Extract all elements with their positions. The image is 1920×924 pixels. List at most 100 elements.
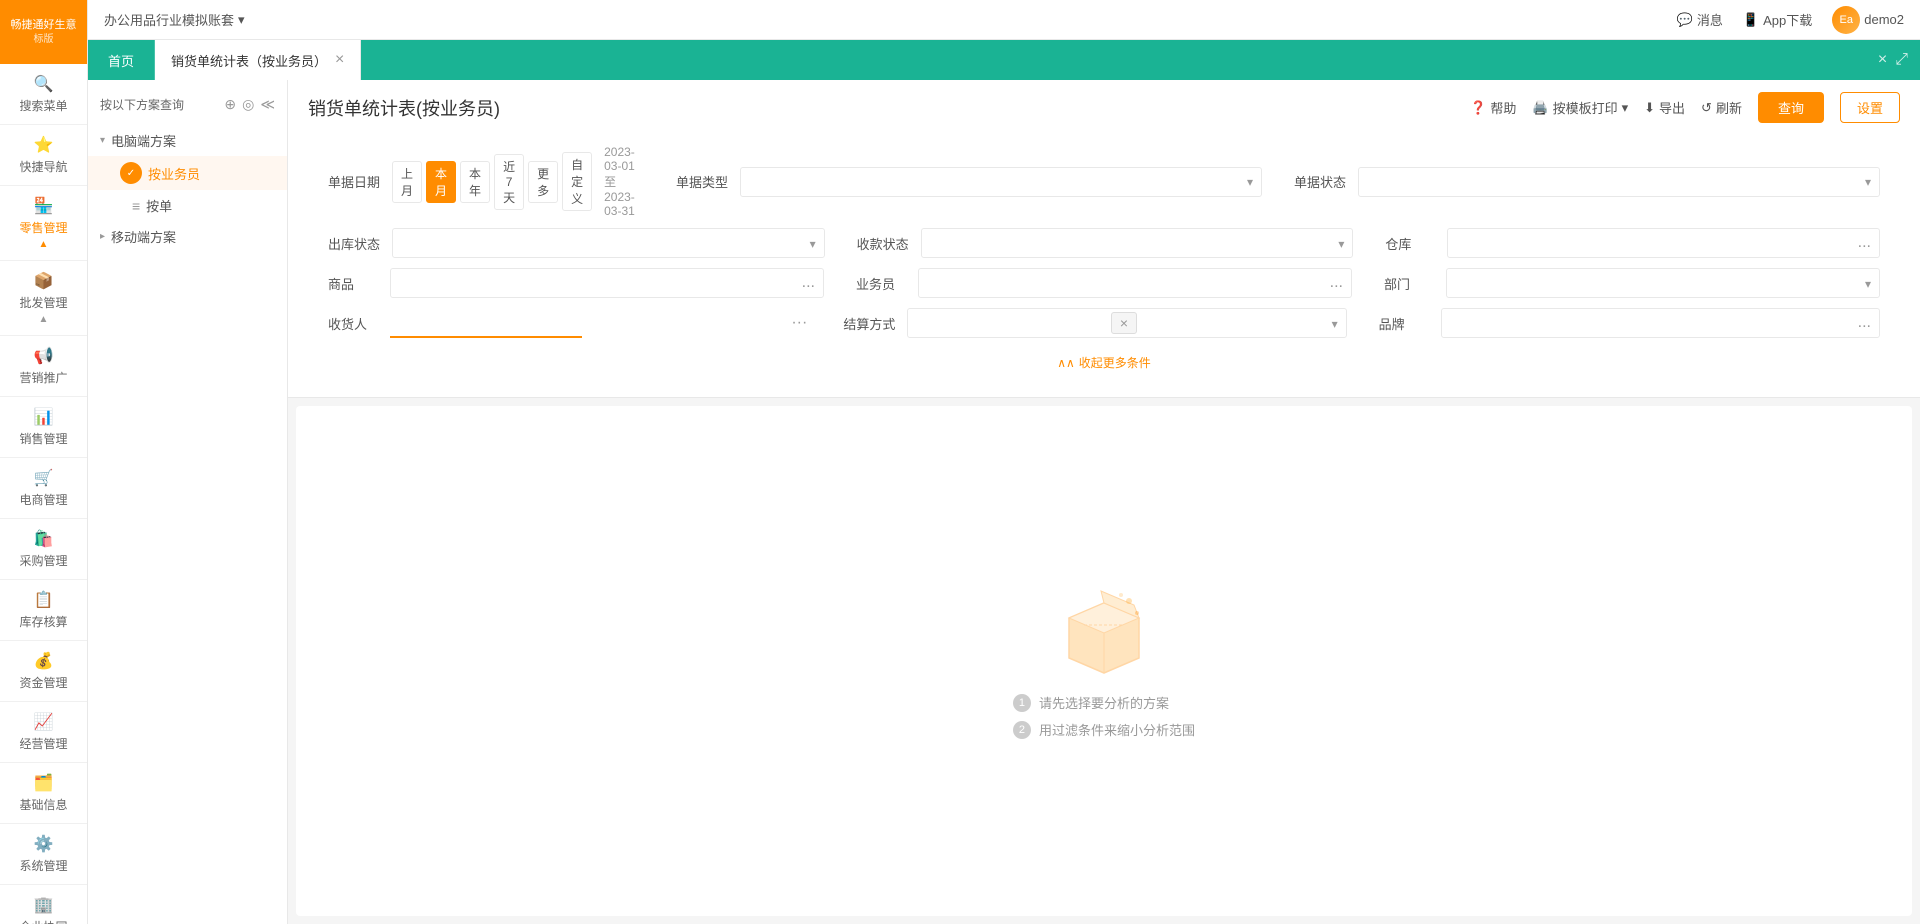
help-btn[interactable]: ❓ 帮助	[1470, 98, 1516, 117]
settings-scheme-btn[interactable]: ◎	[242, 96, 254, 113]
sidebar-item-shortcut[interactable]: ⭐ 快捷导航	[0, 125, 87, 186]
print-dropdown-icon: ▾	[1622, 100, 1629, 116]
filter-row-2: 出库状态 收款状态 仓库 ...	[328, 228, 1880, 258]
export-btn[interactable]: ⬇ 导出	[1644, 98, 1685, 117]
empty-step-2: 2 用过滤条件来缩小分析范围	[1013, 720, 1195, 739]
panel-title: 按以下方案查询	[100, 96, 184, 113]
tab-close-btn[interactable]: ×	[335, 52, 344, 68]
settlement-tag: ×	[1111, 312, 1137, 334]
tree-parent-mobile[interactable]: ▸ 移动端方案	[88, 221, 287, 252]
date-custom-btn[interactable]: 自定义	[562, 152, 592, 211]
user-name: demo2	[1864, 12, 1904, 27]
shipment-select[interactable]	[392, 228, 825, 258]
topbar-right: 💬 消息 📱 App下载 Ea demo2	[1677, 6, 1904, 34]
recipient-dots[interactable]: ···	[791, 314, 807, 332]
payment-dropdown-icon	[1338, 236, 1344, 251]
date-more-btn[interactable]: 更多	[528, 161, 558, 203]
settings-btn[interactable]: 设置	[1840, 92, 1900, 123]
content-area: 按以下方案查询 ⊕ ◎ ≪ ▾ 电脑端方案 ✓ 按业务员 ≡ 按单	[88, 80, 1920, 924]
brand-select[interactable]: ...	[1441, 308, 1880, 338]
sidebar-item-ecom[interactable]: 🛒 电商管理	[0, 458, 87, 519]
shipment-dropdown-icon	[810, 236, 816, 251]
panel-header: 按以下方案查询 ⊕ ◎ ≪	[88, 92, 287, 121]
user-profile-btn[interactable]: Ea demo2	[1832, 6, 1904, 34]
app-download-icon: 📱	[1743, 12, 1759, 28]
settlement-tag-close[interactable]: ×	[1120, 315, 1128, 331]
app-logo: 畅捷通好生意 标版	[0, 0, 87, 64]
page-header: 销货单统计表(按业务员) ❓ 帮助 🖨️ 按模板打印 ▾ ⬇	[288, 80, 1920, 398]
sidebar-corp-label: 企业协同	[4, 918, 83, 924]
sidebar: 畅捷通好生意 标版 🔍 搜索菜单 ⭐ 快捷导航 🏪 零售管理 ▲ 📦 批发管理 …	[0, 0, 88, 924]
sidebar-marketing-label: 营销推广	[4, 369, 83, 386]
warehouse-select[interactable]: ...	[1447, 228, 1880, 258]
sidebar-item-system[interactable]: ⚙️ 系统管理	[0, 824, 87, 885]
sidebar-item-base[interactable]: 🗂️ 基础信息	[0, 763, 87, 824]
sidebar-item-inventory[interactable]: 📋 库存核算	[0, 580, 87, 641]
salesperson-select[interactable]: ...	[918, 268, 1352, 298]
page-actions: ❓ 帮助 🖨️ 按模板打印 ▾ ⬇ 导出 ↺	[1470, 92, 1900, 123]
warehouse-dots[interactable]: ...	[1858, 234, 1871, 252]
help-label: 帮助	[1490, 98, 1516, 117]
tree-child-sub-order[interactable]: ≡ 按单	[88, 190, 287, 221]
sidebar-item-corp[interactable]: 🏢 企业协同	[0, 885, 87, 924]
refresh-btn[interactable]: ↺ 刷新	[1701, 98, 1742, 117]
collapse-row: ∧∧ 收起更多条件	[328, 348, 1880, 385]
sidebar-operations-label: 经营管理	[4, 735, 83, 752]
app-download-label: App下载	[1763, 10, 1812, 29]
add-scheme-btn[interactable]: ⊕	[224, 96, 236, 113]
industry-selector[interactable]: 办公用品行业模拟账套 ▾	[104, 10, 245, 29]
sidebar-item-marketing[interactable]: 📢 营销推广	[0, 336, 87, 397]
tab-home[interactable]: 首页	[88, 40, 155, 80]
payment-select[interactable]	[921, 228, 1354, 258]
sidebar-item-purchase[interactable]: 🛍️ 采购管理	[0, 519, 87, 580]
sidebar-item-operations[interactable]: 📈 经营管理	[0, 702, 87, 763]
doc-type-select[interactable]	[740, 167, 1262, 197]
sidebar-item-retail[interactable]: 🏪 零售管理 ▲	[0, 186, 87, 261]
template-print-label: 按模板打印	[1553, 98, 1618, 117]
settlement-select[interactable]: ×	[907, 308, 1346, 338]
recipient-input[interactable]	[390, 308, 582, 338]
tree-section: ▾ 电脑端方案 ✓ 按业务员 ≡ 按单 ▸ 移动端方案	[88, 121, 287, 256]
collapse-btn[interactable]: ∧∧ 收起更多条件	[1057, 348, 1151, 377]
app-download-btn[interactable]: 📱 App下载	[1743, 10, 1812, 29]
shipment-label: 出库状态	[328, 234, 380, 253]
collapse-label: 收起更多条件	[1079, 354, 1151, 371]
goods-select[interactable]: ...	[390, 268, 824, 298]
date-this-year-btn[interactable]: 本年	[460, 161, 490, 203]
top-bar: 办公用品行业模拟账套 ▾ 💬 消息 📱 App下载 Ea demo2	[88, 0, 1920, 40]
sidebar-item-wholesale[interactable]: 📦 批发管理 ▲	[0, 261, 87, 336]
date-this-month-btn[interactable]: 本月	[426, 161, 456, 203]
tree-mobile-expand-icon: ▸	[100, 231, 105, 242]
window-maximize-btn[interactable]: ⤢	[1895, 51, 1908, 69]
sidebar-base-label: 基础信息	[4, 796, 83, 813]
brand-dots[interactable]: ...	[1858, 314, 1871, 332]
empty-steps: 1 请先选择要分析的方案 2 用过滤条件来缩小分析范围	[1013, 693, 1195, 739]
collapse-icon: ∧∧	[1057, 356, 1075, 370]
window-close-btn[interactable]: ×	[1878, 51, 1887, 69]
template-print-btn[interactable]: 🖨️ 按模板打印 ▾	[1532, 98, 1628, 117]
empty-illustration	[1049, 583, 1159, 693]
sidebar-item-sales[interactable]: 📊 销售管理	[0, 397, 87, 458]
doc-status-label: 单据状态	[1294, 172, 1346, 191]
tree-expand-icon: ▾	[100, 135, 105, 146]
tab-active[interactable]: 销货单统计表（按业务员） ×	[155, 40, 361, 80]
date-last-month-btn[interactable]: 上月	[392, 161, 422, 203]
sidebar-item-finance[interactable]: 💰 资金管理	[0, 641, 87, 702]
tree-parent-pc[interactable]: ▾ 电脑端方案	[88, 125, 287, 156]
date-range-text: 2023-03-01 至 2023-03-31	[604, 145, 644, 218]
refresh-label: 刷新	[1716, 98, 1742, 117]
salesperson-dots[interactable]: ...	[1330, 274, 1343, 292]
sidebar-item-search[interactable]: 🔍 搜索菜单	[0, 64, 87, 125]
tree-child-salesperson[interactable]: ✓ 按业务员	[88, 156, 287, 190]
message-btn[interactable]: 💬 消息	[1677, 10, 1723, 29]
warehouse-label: 仓库	[1385, 234, 1435, 253]
date-7days-btn[interactable]: 近7天	[494, 154, 524, 210]
active-scheme-dot: ✓	[120, 162, 142, 184]
query-btn[interactable]: 查询	[1758, 92, 1824, 123]
dept-select[interactable]	[1446, 268, 1880, 298]
doc-status-select[interactable]	[1358, 167, 1880, 197]
collapse-panel-btn[interactable]: ≪	[260, 96, 275, 113]
goods-dots[interactable]: ...	[802, 274, 815, 292]
page-title: 销货单统计表(按业务员)	[308, 95, 500, 121]
doc-type-dropdown-icon	[1247, 174, 1253, 189]
